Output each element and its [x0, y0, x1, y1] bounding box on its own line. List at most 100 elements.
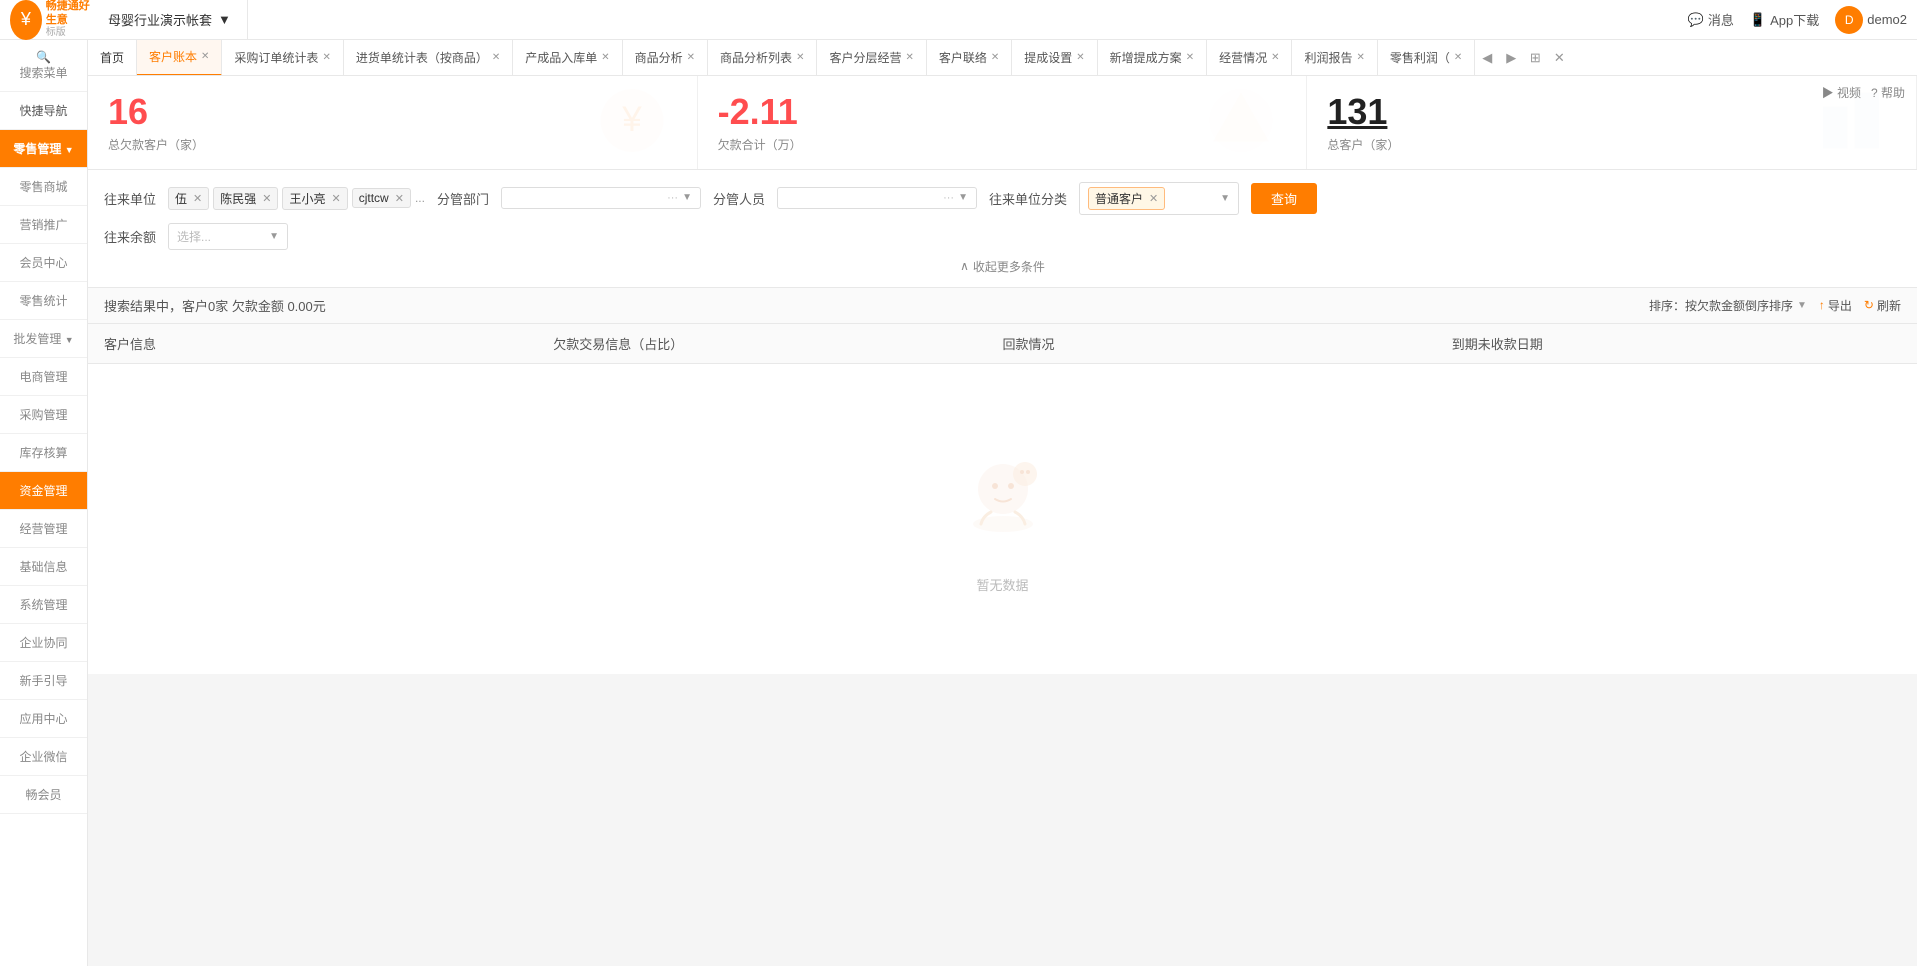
tab-close-all-button[interactable]: ✕ — [1547, 40, 1571, 76]
tab-new-achievement[interactable]: 新增提成方案 ✕ — [1098, 40, 1207, 76]
search-icon: 🔍 — [36, 50, 51, 64]
sidebar-item-vip-member[interactable]: 畅会员 — [0, 776, 87, 814]
empty-icon — [953, 444, 1053, 563]
tab-close-icon[interactable]: ✕ — [322, 52, 330, 63]
sort-select[interactable]: 排序：按欠款金额倒序排序 ▼ — [1649, 297, 1807, 314]
data-table: 客户信息 欠款交易信息（占比） 回款情况 到期未收款日期 — [88, 324, 1917, 674]
tab-business-status[interactable]: 经营情况 ✕ — [1207, 40, 1292, 76]
tab-scroll-left-button[interactable]: ◀ — [1475, 40, 1499, 76]
refresh-icon: ↻ — [1864, 298, 1874, 312]
sort-chevron-icon: ▼ — [1797, 300, 1807, 311]
sidebar-item-enterprise-collab[interactable]: 企业协同 — [0, 624, 87, 662]
category-chevron-icon: ▼ — [1220, 193, 1230, 204]
tab-close-icon[interactable]: ✕ — [1186, 52, 1194, 63]
tab-close-icon[interactable]: ✕ — [991, 52, 999, 63]
svg-text:¥: ¥ — [621, 100, 642, 139]
tab-purchase-orders[interactable]: 采购订单统计表 ✕ — [222, 40, 343, 76]
tab-close-icon[interactable]: ✕ — [1076, 52, 1084, 63]
sidebar-item-enterprise-wechat[interactable]: 企业微信 — [0, 738, 87, 776]
total-customers-value: 131 — [1327, 92, 1387, 132]
tab-close-icon[interactable]: ✕ — [1357, 52, 1365, 63]
user-profile[interactable]: D demo2 — [1835, 6, 1907, 34]
sidebar-item-ecommerce[interactable]: 电商管理 — [0, 358, 87, 396]
unit-tag-chenminqiang: 陈民强 ✕ — [213, 187, 278, 210]
debt-total-bg-icon — [1206, 86, 1276, 159]
chevron-down-icon: ▼ — [65, 145, 74, 155]
video-button[interactable]: ▶ 视频 — [1822, 84, 1861, 101]
industry-selector[interactable]: 母婴行业演示帐套 ▼ — [98, 0, 248, 40]
tab-goods-analysis[interactable]: 商品分析 ✕ — [623, 40, 708, 76]
tab-close-icon[interactable]: ✕ — [601, 52, 609, 63]
balance-select[interactable]: 选择... ▼ — [168, 223, 288, 250]
result-bar: 搜索结果中，客户0家 欠款金额 0.00元 排序：按欠款金额倒序排序 ▼ ↑ 导… — [88, 288, 1917, 324]
sidebar-item-new-guide[interactable]: 新手引导 — [0, 662, 87, 700]
sidebar-item-inventory[interactable]: 库存核算 — [0, 434, 87, 472]
dept-select[interactable]: ··· ▼ — [501, 187, 701, 209]
person-clear-icon[interactable]: ··· — [943, 192, 954, 204]
tab-close-icon[interactable]: ✕ — [201, 51, 209, 62]
total-customers-label: 总客户（家） — [1327, 136, 1399, 153]
sidebar-item-retail-stats[interactable]: 零售统计 — [0, 282, 87, 320]
tab-close-icon[interactable]: ✕ — [687, 52, 695, 63]
sidebar-item-business-mgmt[interactable]: 经营管理 — [0, 510, 87, 548]
tab-more-button[interactable]: ⊞ — [1523, 40, 1547, 76]
tab-close-icon[interactable]: ✕ — [1271, 52, 1279, 63]
tab-customers[interactable]: 客户账本 ✕ — [137, 40, 222, 76]
sidebar-item-basic-info[interactable]: 基础信息 — [0, 548, 87, 586]
remove-category-tag-button[interactable]: ✕ — [1149, 192, 1158, 205]
tab-close-icon[interactable]: ✕ — [905, 52, 913, 63]
sidebar-item-retail-mgmt[interactable]: 零售管理 ▼ — [0, 130, 87, 168]
tab-retail-profit[interactable]: 零售利润（ ✕ — [1378, 40, 1475, 76]
tab-close-icon[interactable]: ✕ — [796, 52, 804, 63]
remove-tag-cjttcw-button[interactable]: ✕ — [395, 192, 404, 205]
sidebar: 🔍 搜索菜单 快捷导航 零售管理 ▼ 零售商城 营销推广 会员中心 零售统计 — [0, 40, 88, 966]
video-help-area: ▶ 视频 ? 帮助 — [1822, 84, 1905, 101]
remove-tag-wu-button[interactable]: ✕ — [193, 192, 202, 205]
help-button[interactable]: ? 帮助 — [1871, 84, 1905, 101]
query-button[interactable]: 查询 — [1251, 183, 1317, 214]
sidebar-item-retail-mall[interactable]: 零售商城 — [0, 168, 87, 206]
remove-tag-wangxiaoliang-button[interactable]: ✕ — [332, 192, 341, 205]
tab-customer-contact[interactable]: 客户联络 ✕ — [927, 40, 1012, 76]
tab-close-icon[interactable]: ✕ — [1454, 52, 1462, 63]
unit-tag-cjttcw: cjttcw ✕ — [352, 188, 411, 208]
chevron-up-icon: ∧ — [960, 259, 969, 273]
debt-customers-label: 总欠款客户（家） — [108, 136, 204, 153]
tab-scroll-right-button[interactable]: ▶ — [1499, 40, 1523, 76]
sidebar-item-member-center[interactable]: 会员中心 — [0, 244, 87, 282]
app-download-button[interactable]: 📱 App下载 — [1750, 10, 1819, 29]
balance-chevron-icon: ▼ — [269, 231, 279, 242]
tab-goods-analysis-list[interactable]: 商品分析列表 ✕ — [708, 40, 817, 76]
dept-clear-icon[interactable]: ··· — [667, 192, 678, 204]
category-select[interactable]: 普通客户 ✕ ▼ — [1079, 182, 1239, 215]
collapse-button[interactable]: ∧ 收起更多条件 — [104, 258, 1901, 275]
messages-button[interactable]: 💬 消息 — [1688, 10, 1734, 29]
remove-tag-chenminqiang-button[interactable]: ✕ — [262, 192, 271, 205]
sidebar-item-app-center[interactable]: 应用中心 — [0, 700, 87, 738]
tab-home[interactable]: 首页 — [88, 40, 137, 76]
refresh-button[interactable]: ↻ 刷新 — [1864, 297, 1901, 314]
tab-product-instock[interactable]: 产成品入库单 ✕ — [513, 40, 622, 76]
tab-profit-report[interactable]: 利润报告 ✕ — [1292, 40, 1377, 76]
tab-customer-layer[interactable]: 客户分层经营 ✕ — [817, 40, 926, 76]
debt-customers-value: 16 — [108, 92, 148, 132]
message-icon: 💬 — [1688, 12, 1704, 28]
tab-stock-stats[interactable]: 进货单统计表（按商品） ✕ — [344, 40, 513, 76]
more-tags-button[interactable]: ... — [415, 191, 425, 205]
chevron-down-icon: ▼ — [218, 12, 231, 27]
person-select[interactable]: ··· ▼ — [777, 187, 977, 209]
sidebar-item-quick-nav[interactable]: 快捷导航 — [0, 92, 87, 130]
sidebar-item-system-mgmt[interactable]: 系统管理 — [0, 586, 87, 624]
avatar: D — [1835, 6, 1863, 34]
sidebar-item-wholesale-mgmt[interactable]: 批发管理 ▼ — [0, 320, 87, 358]
export-button[interactable]: ↑ 导出 — [1819, 297, 1852, 314]
stat-debt-total: -2.11 欠款合计（万） — [698, 76, 1308, 169]
stats-row: ¥ 16 总欠款客户（家） — [88, 76, 1917, 170]
tab-close-icon[interactable]: ✕ — [492, 52, 500, 63]
sidebar-item-search[interactable]: 🔍 搜索菜单 — [0, 40, 87, 92]
sidebar-item-funds-mgmt[interactable]: 资金管理 — [0, 472, 87, 510]
sidebar-item-purchase-mgmt[interactable]: 采购管理 — [0, 396, 87, 434]
tab-reminder-settings[interactable]: 提成设置 ✕ — [1012, 40, 1097, 76]
sidebar-item-marketing[interactable]: 营销推广 — [0, 206, 87, 244]
top-bar-right: 💬 消息 📱 App下载 D demo2 — [1688, 6, 1907, 34]
